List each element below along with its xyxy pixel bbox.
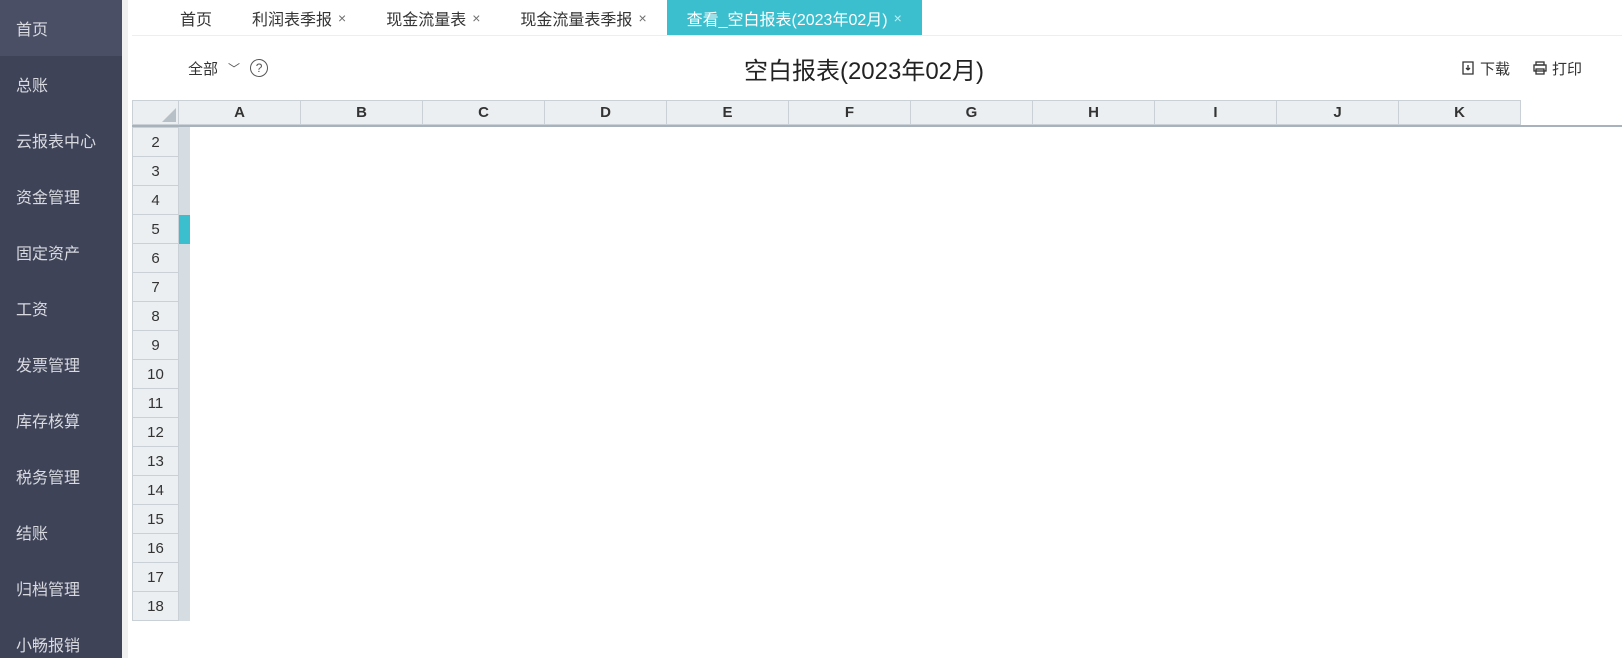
sidebar-scrollbar[interactable] bbox=[122, 0, 128, 658]
cell-K16[interactable] bbox=[189, 534, 190, 563]
tab-4[interactable]: 查看_空白报表(2023年02月) × bbox=[667, 0, 922, 35]
tab-2[interactable]: 现金流量表 × bbox=[366, 0, 500, 35]
cell-K8[interactable] bbox=[189, 302, 190, 331]
row-header-10[interactable]: 10 bbox=[133, 360, 179, 389]
cell-K11[interactable] bbox=[189, 389, 190, 418]
sheet-corner[interactable] bbox=[133, 101, 179, 125]
sidebar-item-9[interactable]: 结账 bbox=[0, 504, 128, 560]
cell-K7[interactable] bbox=[189, 273, 190, 302]
cell-K13[interactable] bbox=[189, 447, 190, 476]
cell-K9[interactable] bbox=[189, 331, 190, 360]
download-icon bbox=[1460, 60, 1476, 76]
row-header-8[interactable]: 8 bbox=[133, 302, 179, 331]
help-icon[interactable]: ? bbox=[250, 59, 268, 77]
close-icon[interactable]: × bbox=[894, 10, 902, 26]
sidebar-item-3[interactable]: 资金管理 bbox=[0, 168, 128, 224]
row-header-11[interactable]: 11 bbox=[133, 389, 179, 418]
col-header-H[interactable]: H bbox=[1033, 101, 1155, 125]
col-header-B[interactable]: B bbox=[301, 101, 423, 125]
sidebar-item-5[interactable]: 工资 bbox=[0, 280, 128, 336]
cell-K5[interactable] bbox=[189, 215, 190, 244]
tab-label: 利润表季报 bbox=[252, 6, 332, 30]
row-header-16[interactable]: 16 bbox=[133, 534, 179, 563]
sidebar-item-11[interactable]: 小畅报销 bbox=[0, 616, 128, 658]
cell-K14[interactable] bbox=[189, 476, 190, 505]
sidebar: 首页总账云报表中心资金管理固定资产工资发票管理库存核算税务管理结账归档管理小畅报… bbox=[0, 0, 128, 658]
cell-K10[interactable] bbox=[189, 360, 190, 389]
row-header-18[interactable]: 18 bbox=[133, 592, 179, 621]
col-header-C[interactable]: C bbox=[423, 101, 545, 125]
close-icon[interactable]: × bbox=[338, 10, 346, 26]
col-header-D[interactable]: D bbox=[545, 101, 667, 125]
cell-K18[interactable] bbox=[189, 592, 190, 621]
row-header-5[interactable]: 5 bbox=[133, 215, 179, 244]
cell-K15[interactable] bbox=[189, 505, 190, 534]
row-header-14[interactable]: 14 bbox=[133, 476, 179, 505]
main-area: 首页 利润表季报 × 现金流量表 × 现金流量表季报 × 查看_空白报表(2023年02月) ×… bbox=[132, 0, 1622, 658]
col-header-E[interactable]: E bbox=[667, 101, 789, 125]
spreadsheet[interactable]: ABCDEFGHIJK 23456789101112131415161718 bbox=[132, 100, 1622, 658]
cell-K3[interactable] bbox=[189, 157, 190, 186]
cell-K2[interactable] bbox=[189, 128, 190, 157]
chevron-down-icon[interactable]: ﹀ bbox=[228, 60, 240, 77]
cell-K6[interactable] bbox=[189, 244, 190, 273]
download-button[interactable]: 下载 bbox=[1460, 58, 1510, 79]
row-header-15[interactable]: 15 bbox=[133, 505, 179, 534]
col-header-F[interactable]: F bbox=[789, 101, 911, 125]
row-header-4[interactable]: 4 bbox=[133, 186, 179, 215]
toolbar: 全部 ﹀ ? 空白报表(2023年02月) 下载 打印 bbox=[132, 36, 1622, 100]
print-button[interactable]: 打印 bbox=[1532, 58, 1582, 79]
print-label: 打印 bbox=[1552, 58, 1582, 79]
col-header-G[interactable]: G bbox=[911, 101, 1033, 125]
download-label: 下载 bbox=[1480, 58, 1510, 79]
row-header-13[interactable]: 13 bbox=[133, 447, 179, 476]
cell-K17[interactable] bbox=[189, 563, 190, 592]
sidebar-item-10[interactable]: 归档管理 bbox=[0, 560, 128, 616]
sidebar-item-2[interactable]: 云报表中心 bbox=[0, 112, 128, 168]
tab-1[interactable]: 利润表季报 × bbox=[232, 0, 366, 35]
print-icon bbox=[1532, 60, 1548, 76]
close-icon[interactable]: × bbox=[638, 10, 646, 26]
tab-label: 现金流量表季报 bbox=[520, 6, 632, 30]
filter-label[interactable]: 全部 bbox=[188, 58, 218, 79]
cell-K4[interactable] bbox=[189, 186, 190, 215]
row-header-12[interactable]: 12 bbox=[133, 418, 179, 447]
col-header-I[interactable]: I bbox=[1155, 101, 1277, 125]
row-header-3[interactable]: 3 bbox=[133, 157, 179, 186]
row-header-9[interactable]: 9 bbox=[133, 331, 179, 360]
tab-label: 查看_空白报表(2023年02月) bbox=[687, 6, 888, 30]
tab-bar: 首页 利润表季报 × 现金流量表 × 现金流量表季报 × 查看_空白报表(2023年02月) × bbox=[132, 0, 1622, 36]
col-header-K[interactable]: K bbox=[1399, 101, 1521, 125]
col-header-A[interactable]: A bbox=[179, 101, 301, 125]
tab-label: 首页 bbox=[180, 6, 212, 30]
tab-label: 现金流量表 bbox=[386, 6, 466, 30]
tab-3[interactable]: 现金流量表季报 × bbox=[500, 0, 666, 35]
page-title: 空白报表(2023年02月) bbox=[268, 51, 1460, 86]
tab-0[interactable]: 首页 bbox=[160, 0, 232, 35]
sidebar-item-8[interactable]: 税务管理 bbox=[0, 448, 128, 504]
col-header-J[interactable]: J bbox=[1277, 101, 1399, 125]
row-header-2[interactable]: 2 bbox=[133, 128, 179, 157]
sidebar-item-1[interactable]: 总账 bbox=[0, 56, 128, 112]
row-header-6[interactable]: 6 bbox=[133, 244, 179, 273]
sidebar-item-4[interactable]: 固定资产 bbox=[0, 224, 128, 280]
row-header-7[interactable]: 7 bbox=[133, 273, 179, 302]
cell-K12[interactable] bbox=[189, 418, 190, 447]
sidebar-item-7[interactable]: 库存核算 bbox=[0, 392, 128, 448]
close-icon[interactable]: × bbox=[472, 10, 480, 26]
sidebar-item-6[interactable]: 发票管理 bbox=[0, 336, 128, 392]
row-header-17[interactable]: 17 bbox=[133, 563, 179, 592]
sidebar-item-0[interactable]: 首页 bbox=[0, 0, 128, 56]
